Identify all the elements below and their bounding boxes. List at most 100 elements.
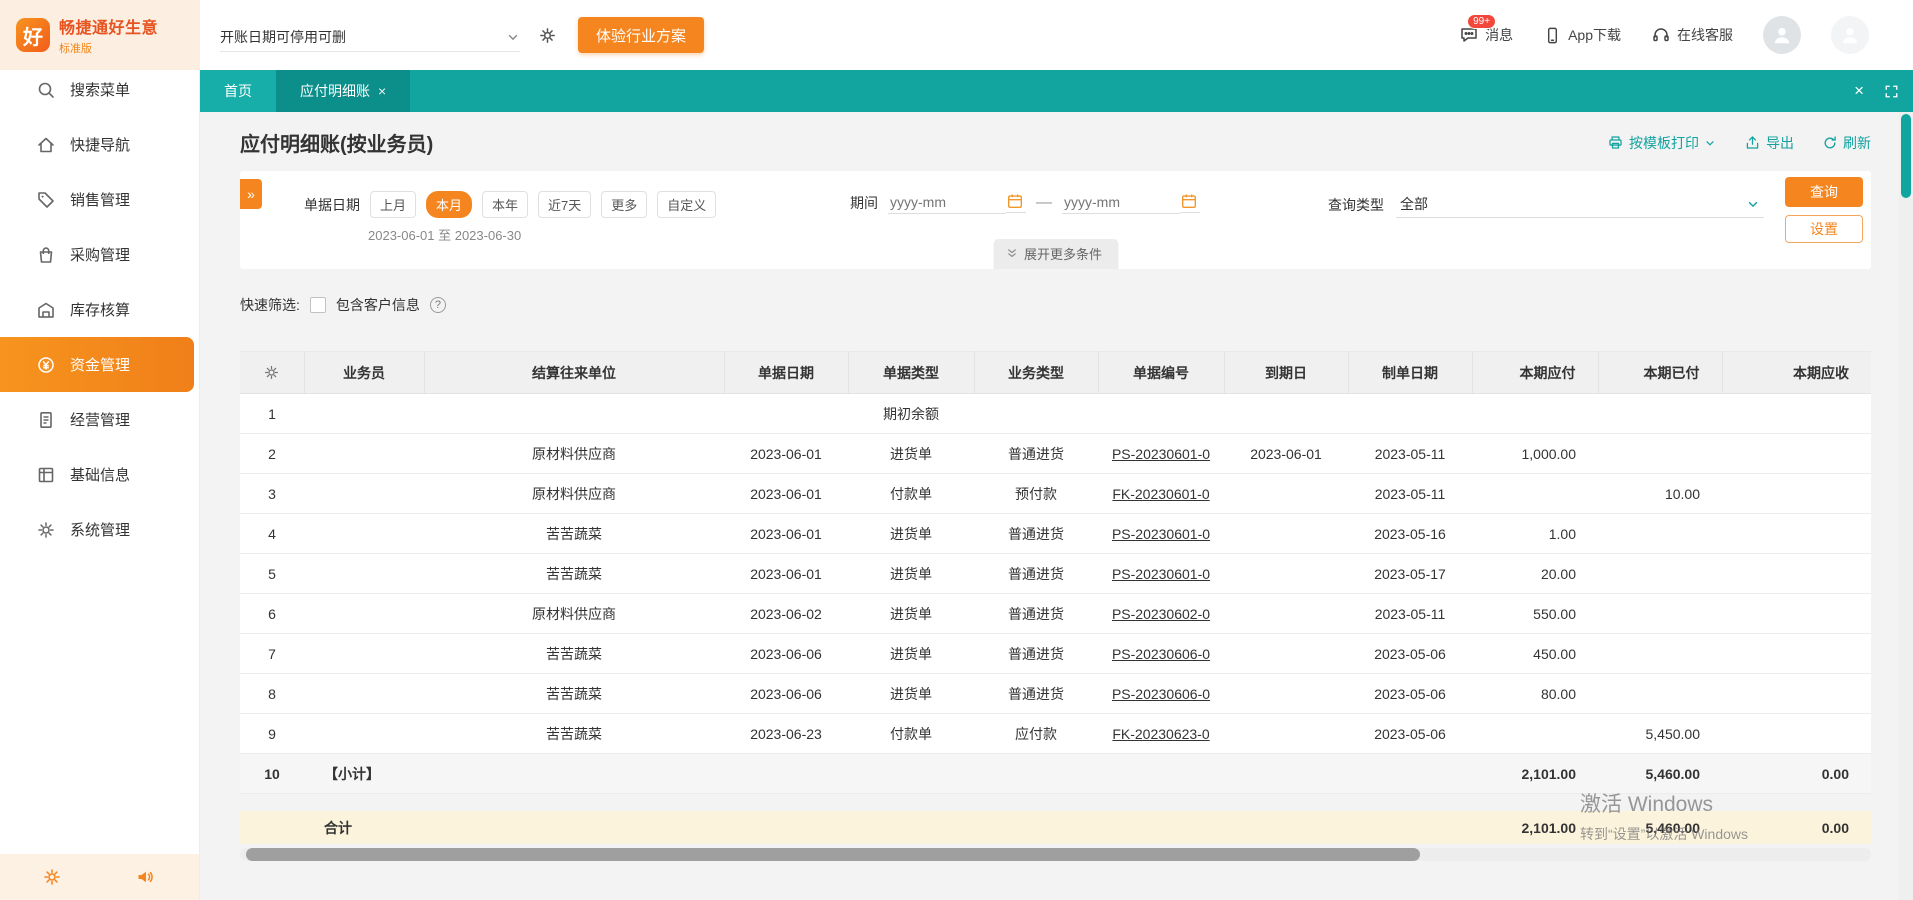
trial-industry-button[interactable]: 体验行业方案 bbox=[578, 17, 705, 53]
column-header[interactable]: 业务员 bbox=[304, 351, 425, 394]
doc-number-link[interactable]: PS-20230606-0 bbox=[1112, 686, 1210, 702]
cell: 2023-06-01 bbox=[1224, 433, 1348, 474]
column-header[interactable]: 本期应收 bbox=[1722, 351, 1871, 394]
export-button[interactable]: 导出 bbox=[1744, 133, 1794, 153]
column-header[interactable]: 本期已付 bbox=[1598, 351, 1723, 394]
column-header[interactable]: 制单日期 bbox=[1348, 351, 1473, 394]
table-row[interactable]: 4 苦苦蔬菜 2023-06-01 进货单 普通进货 PS-20230601-0 2023-… bbox=[240, 513, 1871, 554]
period-start-input[interactable] bbox=[888, 191, 1006, 214]
date-pill-last-7-days[interactable]: 近7天 bbox=[538, 191, 592, 218]
doc-number-link[interactable]: PS-20230601-0 bbox=[1112, 566, 1210, 582]
total-receivable: 0.00 bbox=[1821, 819, 1849, 836]
doc-number-link[interactable]: PS-20230601-0 bbox=[1112, 526, 1210, 542]
secondary-avatar[interactable] bbox=[1831, 16, 1869, 54]
online-support-button[interactable]: 在线客服 bbox=[1651, 25, 1733, 45]
app-download-button[interactable]: App下载 bbox=[1543, 25, 1621, 45]
doc-number-link[interactable]: PS-20230602-0 bbox=[1112, 606, 1210, 622]
headset-icon bbox=[1653, 28, 1669, 42]
sidebar-item-sales[interactable]: 销售管理 bbox=[0, 172, 199, 227]
user-avatar[interactable] bbox=[1763, 16, 1801, 54]
table-row[interactable]: 5 苦苦蔬菜 2023-06-01 进货单 普通进货 PS-20230601-0 2023-… bbox=[240, 553, 1871, 594]
table-row[interactable]: 2 原材料供应商 2023-06-01 进货单 普通进货 PS-20230601-0 202… bbox=[240, 433, 1871, 474]
date-pill-more[interactable]: 更多 bbox=[601, 191, 648, 218]
column-header[interactable]: 本期应付 bbox=[1472, 351, 1599, 394]
date-pill-this-month[interactable]: 本月 bbox=[426, 191, 473, 218]
calendar-icon bbox=[1008, 194, 1022, 208]
period-end-input[interactable] bbox=[1062, 191, 1180, 214]
date-pill-this-year[interactable]: 本年 bbox=[482, 191, 529, 218]
announcement-speaker-icon[interactable] bbox=[135, 867, 155, 887]
doc-number-link[interactable]: PS-20230601-0 bbox=[1112, 446, 1210, 462]
period-start-calendar[interactable] bbox=[1006, 192, 1026, 213]
cell: 普通进货 bbox=[974, 673, 1098, 714]
doc-number-link[interactable]: FK-20230623-0 bbox=[1112, 726, 1209, 742]
table-row[interactable]: 1 期初余额 bbox=[240, 393, 1871, 434]
column-header[interactable]: 到期日 bbox=[1224, 351, 1349, 394]
print-by-template-button[interactable]: 按模板打印 bbox=[1607, 133, 1716, 153]
table-row[interactable]: 8 苦苦蔬菜 2023-06-06 进货单 普通进货 PS-20230606-0 2023-… bbox=[240, 673, 1871, 714]
table-row[interactable]: 7 苦苦蔬菜 2023-06-06 进货单 普通进货 PS-20230606-0 2023-… bbox=[240, 633, 1871, 674]
sidebar-item-system[interactable]: 系统管理 bbox=[0, 502, 199, 557]
column-settings-button[interactable] bbox=[240, 351, 305, 394]
cell: 应付款 bbox=[974, 713, 1098, 754]
sidebar-item-quick-nav[interactable]: 快捷导航 bbox=[0, 117, 199, 172]
cell: 5,450.00 bbox=[1598, 713, 1722, 754]
filter-settings-button[interactable]: 设置 bbox=[1785, 215, 1863, 243]
sidebar-item-purchase[interactable]: 采购管理 bbox=[0, 227, 199, 282]
expand-more-conditions[interactable]: 展开更多条件 bbox=[992, 239, 1119, 269]
column-header[interactable]: 业务类型 bbox=[974, 351, 1099, 394]
tab-close-icon[interactable]: × bbox=[378, 83, 386, 99]
quick-filter-label: 快速筛选: bbox=[240, 297, 300, 313]
header-gear-icon[interactable] bbox=[538, 26, 557, 45]
help-icon[interactable]: ? bbox=[429, 297, 446, 313]
table-row[interactable]: 3 原材料供应商 2023-06-01 付款单 预付款 FK-20230601-0 2023… bbox=[240, 473, 1871, 514]
collapse-filter-handle[interactable]: » bbox=[240, 179, 262, 209]
horizontal-scrollbar-thumb[interactable] bbox=[246, 848, 1421, 861]
column-header[interactable]: 单据日期 bbox=[724, 351, 849, 394]
tab-payable-ledger[interactable]: 应付明细账 × bbox=[276, 70, 411, 112]
close-all-tabs-icon[interactable]: × bbox=[1854, 81, 1864, 101]
table-row[interactable]: 10 【小计】 2,101.00 5,460.00 0.00 bbox=[240, 753, 1871, 794]
doc-date-label: 单据日期 bbox=[304, 196, 360, 213]
vertical-scrollbar[interactable] bbox=[1899, 112, 1913, 900]
column-header[interactable]: 结算往来单位 bbox=[424, 351, 725, 394]
settings-gear-icon[interactable] bbox=[42, 867, 62, 887]
cell bbox=[1722, 473, 1871, 514]
date-pill-last-month[interactable]: 上月 bbox=[370, 191, 417, 218]
refresh-button[interactable]: 刷新 bbox=[1822, 133, 1871, 153]
table-row[interactable]: 9 苦苦蔬菜 2023-06-23 付款单 应付款 FK-20230623-0 2023-0… bbox=[240, 713, 1871, 754]
sidebar-item-funds[interactable]: 资金管理 bbox=[0, 337, 194, 392]
cell: 付款单 bbox=[848, 473, 974, 514]
cell bbox=[1224, 473, 1348, 514]
fullscreen-icon[interactable] bbox=[1884, 84, 1899, 99]
column-header[interactable]: 单据编号 bbox=[1098, 351, 1225, 394]
period-end-calendar[interactable] bbox=[1180, 192, 1200, 213]
sidebar-item-inventory[interactable]: 库存核算 bbox=[0, 282, 199, 337]
date-pill-custom[interactable]: 自定义 bbox=[657, 191, 717, 218]
cell bbox=[424, 753, 724, 794]
cell bbox=[1598, 673, 1722, 714]
cell: 8 bbox=[240, 673, 304, 714]
sidebar-item-search-menu[interactable]: 搜索菜单 bbox=[0, 62, 199, 117]
include-customer-checkbox[interactable] bbox=[309, 297, 326, 313]
column-header[interactable]: 单据类型 bbox=[848, 351, 975, 394]
query-type-select[interactable]: 全部 bbox=[1396, 191, 1764, 218]
vertical-scrollbar-thumb[interactable] bbox=[1901, 114, 1911, 198]
table-row[interactable]: 6 原材料供应商 2023-06-02 进货单 普通进货 PS-20230602-0 202… bbox=[240, 593, 1871, 634]
doc-number-link[interactable]: PS-20230606-0 bbox=[1112, 646, 1210, 662]
search-button[interactable]: 查询 bbox=[1785, 177, 1863, 207]
horizontal-scrollbar[interactable] bbox=[240, 848, 1871, 861]
tab-home[interactable]: 首页 bbox=[200, 70, 276, 112]
cell bbox=[1348, 753, 1472, 794]
logo-area: 好 畅捷通好生意 标准版 bbox=[0, 0, 200, 70]
cell: 2023-05-16 bbox=[1348, 513, 1472, 554]
cell: 10.00 bbox=[1598, 473, 1722, 514]
doc-number-link[interactable]: FK-20230601-0 bbox=[1112, 486, 1209, 502]
account-set-select[interactable]: 开账日期可停用可删 bbox=[220, 22, 520, 52]
sidebar-item-business[interactable]: 经营管理 bbox=[0, 392, 199, 447]
sidebar-item-basic-info[interactable]: 基础信息 bbox=[0, 447, 199, 502]
total-payable: 2,101.00 bbox=[1521, 819, 1577, 836]
messages-button[interactable]: 99+ 消息 bbox=[1459, 14, 1513, 45]
cell: 2023-05-06 bbox=[1348, 633, 1472, 674]
cell: 1 bbox=[240, 393, 304, 434]
